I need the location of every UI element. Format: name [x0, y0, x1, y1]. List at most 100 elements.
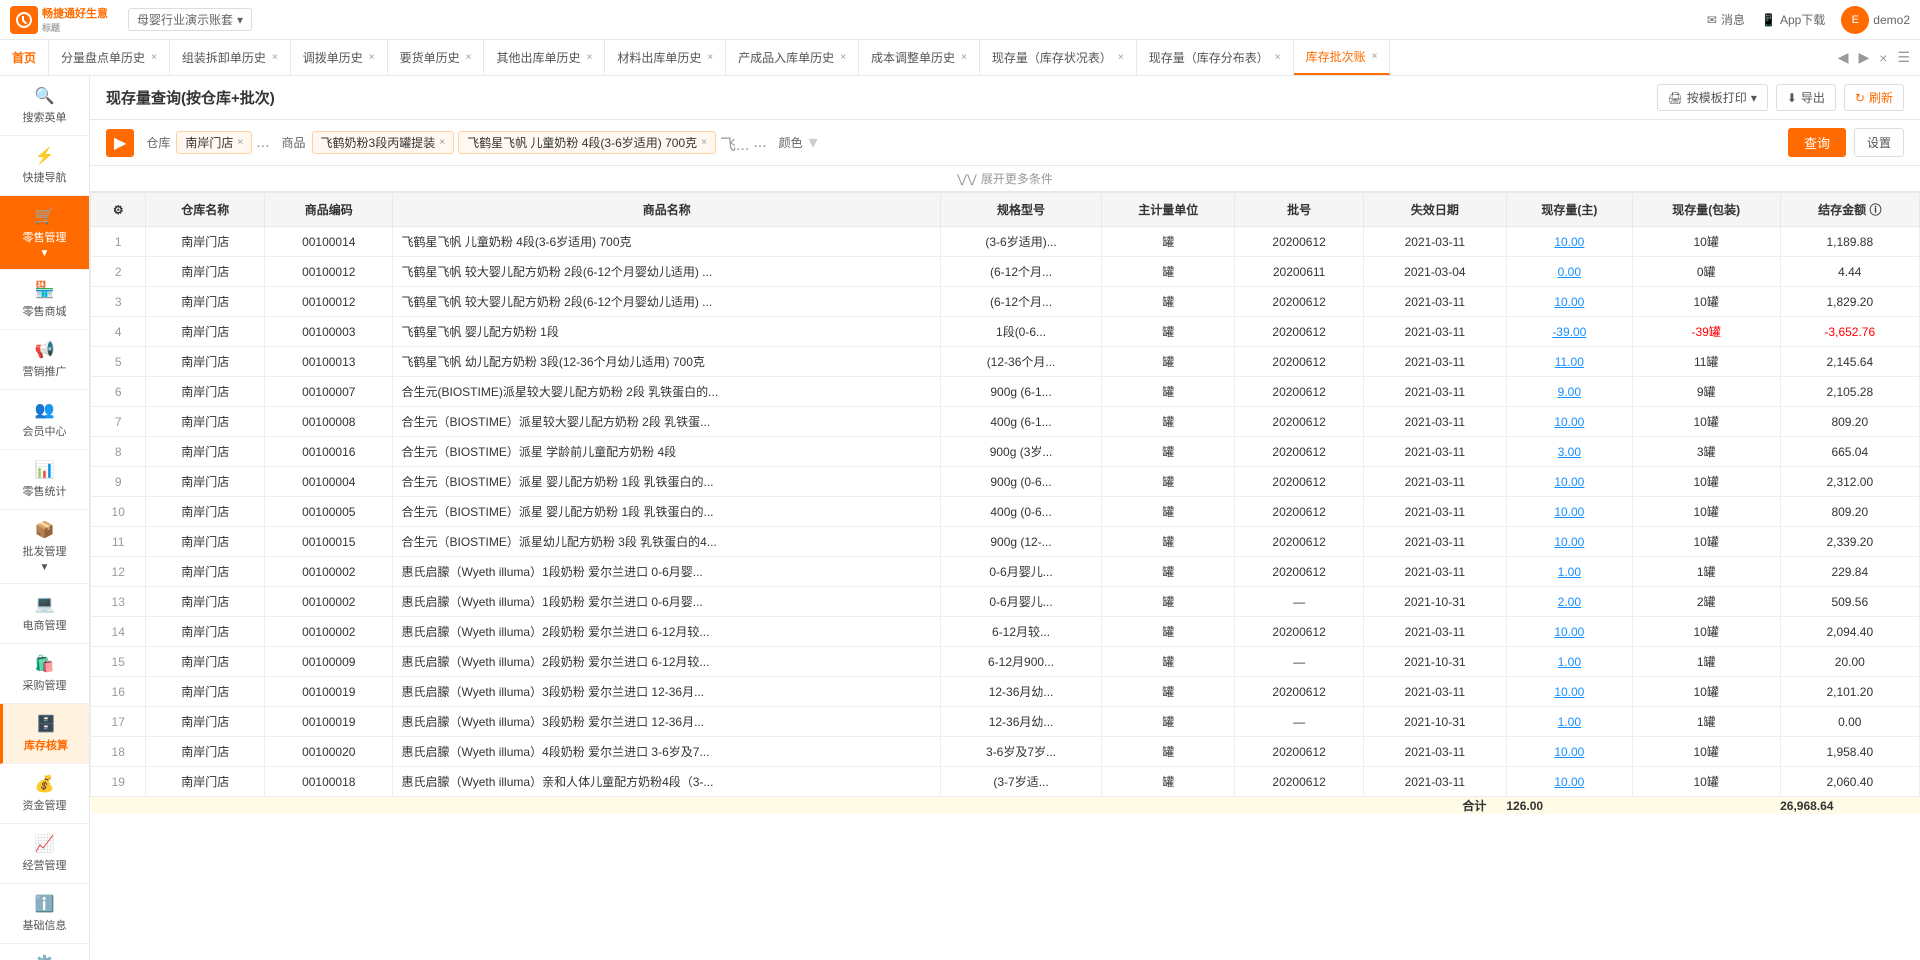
close-icon[interactable]: × — [1118, 52, 1124, 63]
refresh-button[interactable]: ↻ 刷新 — [1844, 84, 1904, 111]
close-icon[interactable]: × — [466, 52, 472, 63]
sidebar-item-retail[interactable]: 🛒 零售管理 ▼ — [0, 196, 89, 270]
expand-more-button[interactable]: ⋁⋁ 展开更多条件 — [957, 170, 1053, 187]
cell-qty-main[interactable]: 10.00 — [1506, 677, 1632, 707]
sidebar-item-quick-nav[interactable]: ⚡ 快捷导航 — [0, 136, 89, 196]
sidebar-item-marketing[interactable]: 📢 营销推广 — [0, 330, 89, 390]
sidebar-item-stock[interactable]: 🗄️ 库存核算 — [0, 704, 89, 764]
cell-qty-main[interactable]: 2.00 — [1506, 587, 1632, 617]
app-download-btn[interactable]: 📱 App下载 — [1761, 11, 1825, 28]
cell-qty-main[interactable]: 3.00 — [1506, 437, 1632, 467]
settings-icon[interactable]: ⚙ — [113, 203, 124, 217]
col-settings[interactable]: ⚙ — [91, 193, 146, 227]
expand-more-label: 展开更多条件 — [981, 170, 1053, 187]
tab-stock-dist[interactable]: 现存量（库存分布表） × — [1137, 40, 1294, 75]
nav-right-arrow[interactable]: ▶ — [1854, 47, 1873, 68]
cell-qty-main[interactable]: 10.00 — [1506, 287, 1632, 317]
close-icon[interactable]: × — [840, 52, 846, 63]
cell-qty-main[interactable]: 1.00 — [1506, 647, 1632, 677]
nav-menu-icon[interactable]: ☰ — [1893, 47, 1914, 68]
close-icon[interactable]: × — [369, 52, 375, 63]
data-table-container: ⚙ 仓库名称 商品编码 商品名称 规格型号 主计量单位 批号 失效日期 现存量(… — [90, 192, 1920, 960]
query-button[interactable]: 查询 — [1788, 128, 1846, 157]
tab-requisition[interactable]: 要货单历史 × — [388, 40, 485, 75]
nav-close-icon[interactable]: × — [1875, 48, 1891, 68]
cell-warehouse: 南岸门店 — [146, 617, 265, 647]
cell-qty-main[interactable]: 10.00 — [1506, 497, 1632, 527]
info-icon[interactable]: ⓘ — [1869, 203, 1881, 217]
sidebar-item-ecommerce[interactable]: 💻 电商管理 — [0, 584, 89, 644]
sidebar-item-retail-mall[interactable]: 🏪 零售商城 — [0, 270, 89, 330]
sidebar-item-wholesale[interactable]: 📦 批发管理 ▼ — [0, 510, 89, 584]
cell-qty-main[interactable]: 10.00 — [1506, 407, 1632, 437]
close-icon[interactable]: × — [151, 52, 157, 63]
cell-unit: 罐 — [1102, 437, 1235, 467]
tab-product-in[interactable]: 产成品入库单历史 × — [726, 40, 859, 75]
sidebar-item-base[interactable]: ℹ️ 基础信息 — [0, 884, 89, 944]
close-icon[interactable]: × — [1372, 51, 1378, 62]
cell-qty-main[interactable]: 10.00 — [1506, 227, 1632, 257]
tab-adjust[interactable]: 调拨单历史 × — [291, 40, 388, 75]
tab-stock-status[interactable]: 现存量（库存状况表） × — [980, 40, 1137, 75]
print-button[interactable]: 🖨 按模板打印 ▾ — [1657, 84, 1768, 111]
filter-expand-button[interactable]: ▶ — [106, 129, 134, 157]
user-area[interactable]: E demo2 — [1841, 6, 1910, 34]
cell-name: 惠氏启朦（Wyeth illuma）3段奶粉 爱尔兰进口 12-36月... — [393, 677, 940, 707]
close-icon[interactable]: × — [961, 52, 967, 63]
cart-icon: 🛒 — [35, 206, 55, 226]
close-icon[interactable]: × — [701, 137, 707, 148]
tab-cost-adjust[interactable]: 成本调整单历史 × — [859, 40, 980, 75]
cell-qty-main[interactable]: 0.00 — [1506, 257, 1632, 287]
close-icon[interactable]: × — [272, 52, 278, 63]
cell-expire: 2021-03-11 — [1363, 497, 1506, 527]
tab-material-out[interactable]: 材料出库单历史 × — [605, 40, 726, 75]
tab-disassemble[interactable]: 组装拆卸单历史 × — [170, 40, 291, 75]
tab-split-inventory[interactable]: 分量盘点单历史 × — [49, 40, 170, 75]
color-chevron-icon[interactable]: ▾ — [809, 132, 818, 153]
account-selector[interactable]: 母婴行业演示账套 ▾ — [128, 8, 252, 31]
cell-qty-main[interactable]: 10.00 — [1506, 737, 1632, 767]
cell-qty-main[interactable]: 10.00 — [1506, 527, 1632, 557]
cell-qty-main[interactable]: 9.00 — [1506, 377, 1632, 407]
cell-name: 惠氏启朦（Wyeth illuma）2段奶粉 爱尔兰进口 6-12月较... — [393, 617, 940, 647]
close-icon[interactable]: × — [439, 137, 445, 148]
cell-batch: — — [1235, 587, 1363, 617]
sidebar-item-members[interactable]: 👥 会员中心 — [0, 390, 89, 450]
cell-qty-main[interactable]: 1.00 — [1506, 707, 1632, 737]
close-icon[interactable]: × — [1275, 52, 1281, 63]
cell-qty-main[interactable]: 10.00 — [1506, 617, 1632, 647]
cell-spec: (3-6岁适用)... — [940, 227, 1101, 257]
sidebar-item-ops[interactable]: 📈 经营管理 — [0, 824, 89, 884]
sidebar-item-search[interactable]: 🔍 搜索英单 — [0, 76, 89, 136]
cell-qty-main[interactable]: 11.00 — [1506, 347, 1632, 377]
close-icon[interactable]: × — [237, 137, 243, 148]
tag-text: 飞鹤奶粉3段丙罐提装 — [321, 134, 436, 151]
gear-icon: ⚙️ — [35, 954, 55, 960]
close-icon[interactable]: × — [707, 52, 713, 63]
warehouse-more-icon[interactable]: ... — [256, 134, 269, 152]
cell-qty-main[interactable]: 1.00 — [1506, 557, 1632, 587]
export-button[interactable]: ⬇ 导出 — [1776, 84, 1836, 111]
tab-home[interactable]: 首页 — [0, 40, 49, 75]
sidebar-item-retail-stats[interactable]: 📊 零售统计 — [0, 450, 89, 510]
tab-stock-batch[interactable]: 库存批次账 × — [1294, 40, 1391, 75]
table-header-row: ⚙ 仓库名称 商品编码 商品名称 规格型号 主计量单位 批号 失效日期 现存量(… — [91, 193, 1920, 227]
col-spec: 规格型号 — [940, 193, 1101, 227]
close-icon[interactable]: × — [586, 52, 592, 63]
sidebar-item-system[interactable]: ⚙️ 系统管理 — [0, 944, 89, 960]
tab-other-out[interactable]: 其他出库单历史 × — [484, 40, 605, 75]
chart-icon: 📊 — [35, 460, 55, 480]
col-unit: 主计量单位 — [1102, 193, 1235, 227]
cell-qty-main[interactable]: 10.00 — [1506, 767, 1632, 797]
cell-warehouse: 南岸门店 — [146, 647, 265, 677]
message-btn[interactable]: ✉ 消息 — [1707, 11, 1745, 28]
product-more-icon[interactable]: ... — [753, 134, 766, 152]
sidebar-item-purchase[interactable]: 🛍️ 采购管理 — [0, 644, 89, 704]
cell-qty-main[interactable]: 10.00 — [1506, 467, 1632, 497]
setting-button[interactable]: 设置 — [1854, 128, 1904, 157]
cell-qty-main[interactable]: -39.00 — [1506, 317, 1632, 347]
cell-unit: 罐 — [1102, 617, 1235, 647]
money-icon: 💰 — [35, 774, 55, 794]
sidebar-item-finance[interactable]: 💰 资金管理 — [0, 764, 89, 824]
nav-left-arrow[interactable]: ◀ — [1834, 47, 1853, 68]
